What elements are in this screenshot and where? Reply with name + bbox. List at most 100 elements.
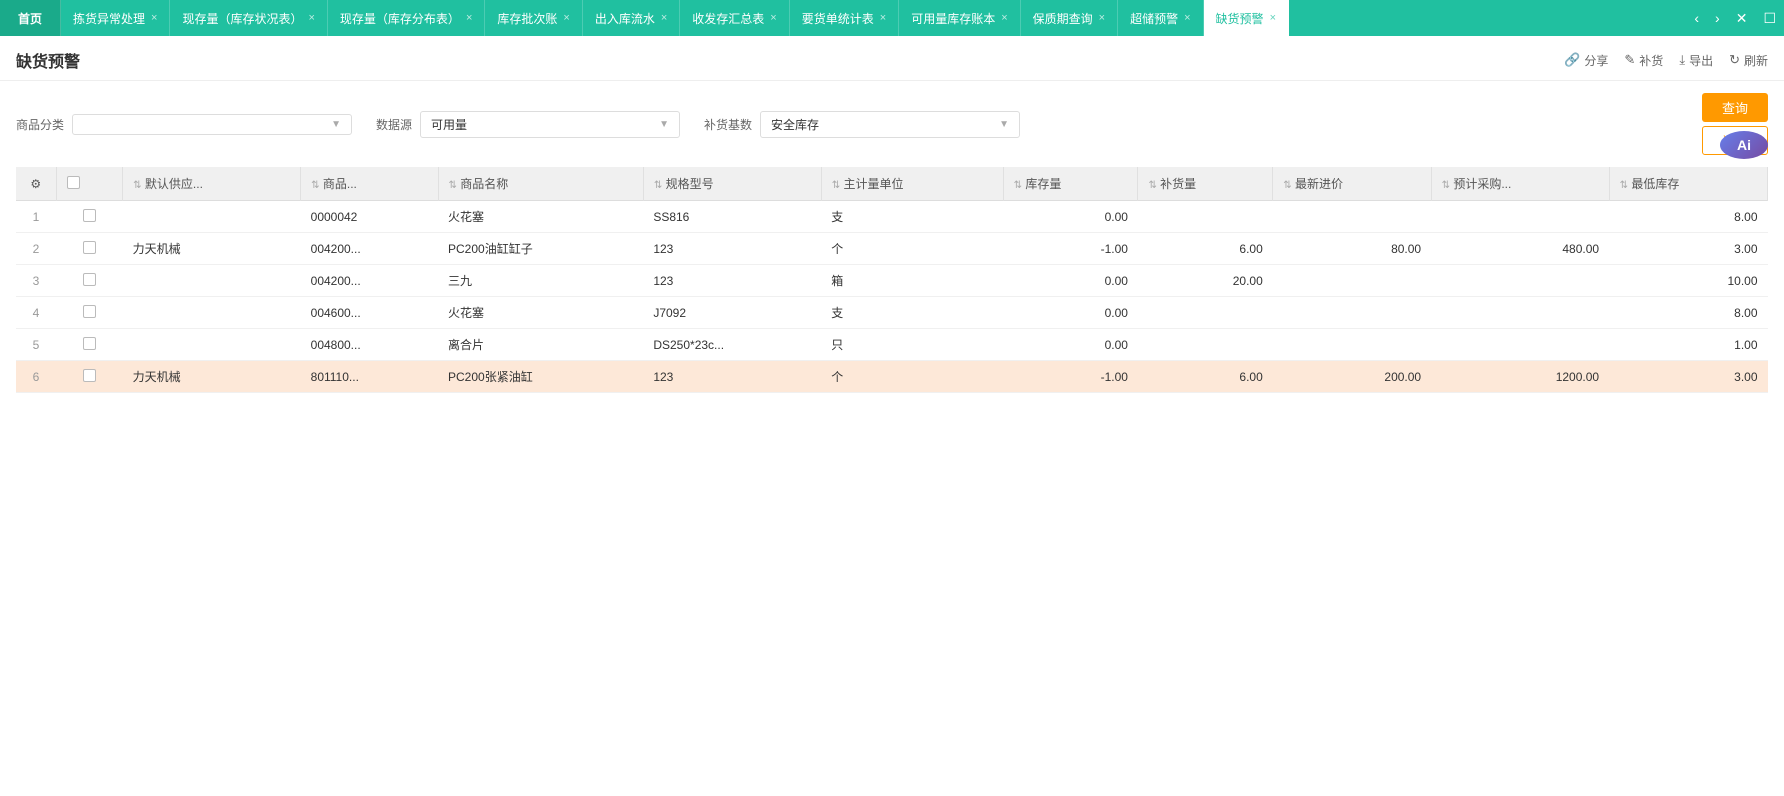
refresh-button[interactable]: ↻ 刷新 [1729,52,1768,69]
sort-icon-3: ⇅ [449,180,457,191]
replenish-chevron-icon: ▼ [999,119,1009,130]
row-estimated-order: 1200.00 [1431,361,1609,393]
tab-close-3[interactable]: × [466,12,472,24]
tab-next-btn[interactable]: › [1707,0,1728,36]
row-spec: 123 [643,233,821,265]
replenish-select[interactable]: 安全库存 ▼ [760,111,1020,138]
tab-close-9[interactable]: × [1099,12,1105,24]
row-supplier [123,265,301,297]
row-latest-price: 80.00 [1273,233,1431,265]
row-cb-1[interactable] [83,241,96,254]
tab-3[interactable]: 现存量（库存分布表） × [328,0,485,36]
category-select[interactable]: ▼ [72,114,352,135]
tab-2[interactable]: 现存量（库存状况表） × [170,0,327,36]
tab-close-4[interactable]: × [563,12,569,24]
row-number: 3 [16,265,56,297]
row-stock: 0.00 [1003,265,1138,297]
tab-close-8[interactable]: × [1001,12,1007,24]
datasource-select[interactable]: 可用量 ▼ [420,111,680,138]
row-latest-price: 200.00 [1273,361,1431,393]
row-stock: -1.00 [1003,233,1138,265]
row-checkbox [56,201,123,233]
tab-close-2[interactable]: × [308,12,314,24]
col-settings[interactable]: ⚙ [16,167,56,201]
row-checkbox [56,265,123,297]
datasource-filter-group: 数据源 可用量 ▼ [376,111,680,138]
tab-maximize-btn[interactable]: ☐ [1755,0,1784,36]
tab-prev-btn[interactable]: ‹ [1686,0,1707,36]
table-row: 4004600...火花塞J7092支0.008.00 [16,297,1768,329]
settings-icon[interactable]: ⚙ [30,177,41,191]
row-unit: 只 [821,329,1003,361]
category-filter-group: 商品分类 ▼ [16,114,352,135]
row-min-stock: 8.00 [1609,201,1767,233]
ai-badge[interactable]: Ai [1720,131,1768,159]
row-unit: 箱 [821,265,1003,297]
col-checkbox [56,167,123,201]
row-spec: 123 [643,265,821,297]
row-spec: SS816 [643,201,821,233]
tab-8[interactable]: 可用量库存账本 × [899,0,1020,36]
tab-close-11[interactable]: × [1270,12,1276,24]
row-cb-3[interactable] [83,305,96,318]
tab-1[interactable]: 拣货异常处理 × [61,0,170,36]
row-product-code: 801110... [301,361,438,393]
tab-4[interactable]: 库存批次账 × [485,0,582,36]
replenish-button[interactable]: ✎ 补货 [1624,52,1663,69]
tab-home[interactable]: 首页 [0,0,61,36]
row-spec: J7092 [643,297,821,329]
row-product-code: 004200... [301,233,438,265]
export-button[interactable]: ⤓ 导出 [1679,52,1713,69]
data-table: ⚙ ⇅ 默认供应... ⇅ 商品... ⇅ 商品名称 [16,167,1768,393]
sort-icon-9: ⇅ [1442,180,1450,191]
sort-icon-2: ⇅ [311,180,319,191]
row-unit: 个 [821,361,1003,393]
table-header-row: ⚙ ⇅ 默认供应... ⇅ 商品... ⇅ 商品名称 [16,167,1768,201]
tab-9[interactable]: 保质期查询 × [1021,0,1118,36]
row-checkbox [56,297,123,329]
row-number: 5 [16,329,56,361]
row-product-name: PC200油缸缸子 [438,233,643,265]
filter-area: 商品分类 ▼ 数据源 可用量 ▼ 补货基数 安全库存 ▼ 查询 设置 [0,81,1784,167]
datasource-chevron-icon: ▼ [659,119,669,130]
table-body: 10000042火花塞SS816支0.008.002力天机械004200...P… [16,201,1768,393]
tab-5[interactable]: 出入库流水 × [583,0,680,36]
tab-10[interactable]: 超储预警 × [1118,0,1203,36]
row-cb-4[interactable] [83,337,96,350]
row-product-name: 三九 [438,265,643,297]
col-stock: ⇅ 库存量 [1003,167,1138,201]
row-min-stock: 3.00 [1609,361,1767,393]
replenish-icon: ✎ [1624,52,1635,68]
query-button[interactable]: 查询 [1702,93,1768,122]
sort-icon-4: ⇅ [654,180,662,191]
tab-restore-btn[interactable]: ✕ [1728,0,1756,36]
row-replenish-qty: 6.00 [1138,361,1273,393]
row-number: 4 [16,297,56,329]
row-cb-2[interactable] [83,273,96,286]
row-estimated-order [1431,297,1609,329]
row-cb-0[interactable] [83,209,96,222]
row-checkbox [56,329,123,361]
row-product-name: 火花塞 [438,297,643,329]
row-checkbox [56,233,123,265]
tab-close-1[interactable]: × [151,12,157,24]
share-button[interactable]: 🔗 分享 [1564,52,1608,69]
row-product-name: PC200张紧油缸 [438,361,643,393]
category-chevron-icon: ▼ [331,119,341,130]
row-product-name: 火花塞 [438,201,643,233]
row-cb-5[interactable] [83,369,96,382]
row-replenish-qty: 6.00 [1138,233,1273,265]
header-checkbox[interactable] [67,176,80,189]
row-supplier [123,297,301,329]
tab-close-5[interactable]: × [661,12,667,24]
tab-6[interactable]: 收发存汇总表 × [680,0,789,36]
tab-close-6[interactable]: × [770,12,776,24]
tab-11[interactable]: 缺货预警 × [1204,0,1289,36]
row-spec: 123 [643,361,821,393]
tab-7[interactable]: 要货单统计表 × [790,0,899,36]
col-supplier: ⇅ 默认供应... [123,167,301,201]
tab-bar: 首页 拣货异常处理 × 现存量（库存状况表） × 现存量（库存分布表） × 库存… [0,0,1784,36]
tab-close-7[interactable]: × [880,12,886,24]
tab-close-10[interactable]: × [1184,12,1190,24]
sort-icon-10: ⇅ [1620,180,1628,191]
